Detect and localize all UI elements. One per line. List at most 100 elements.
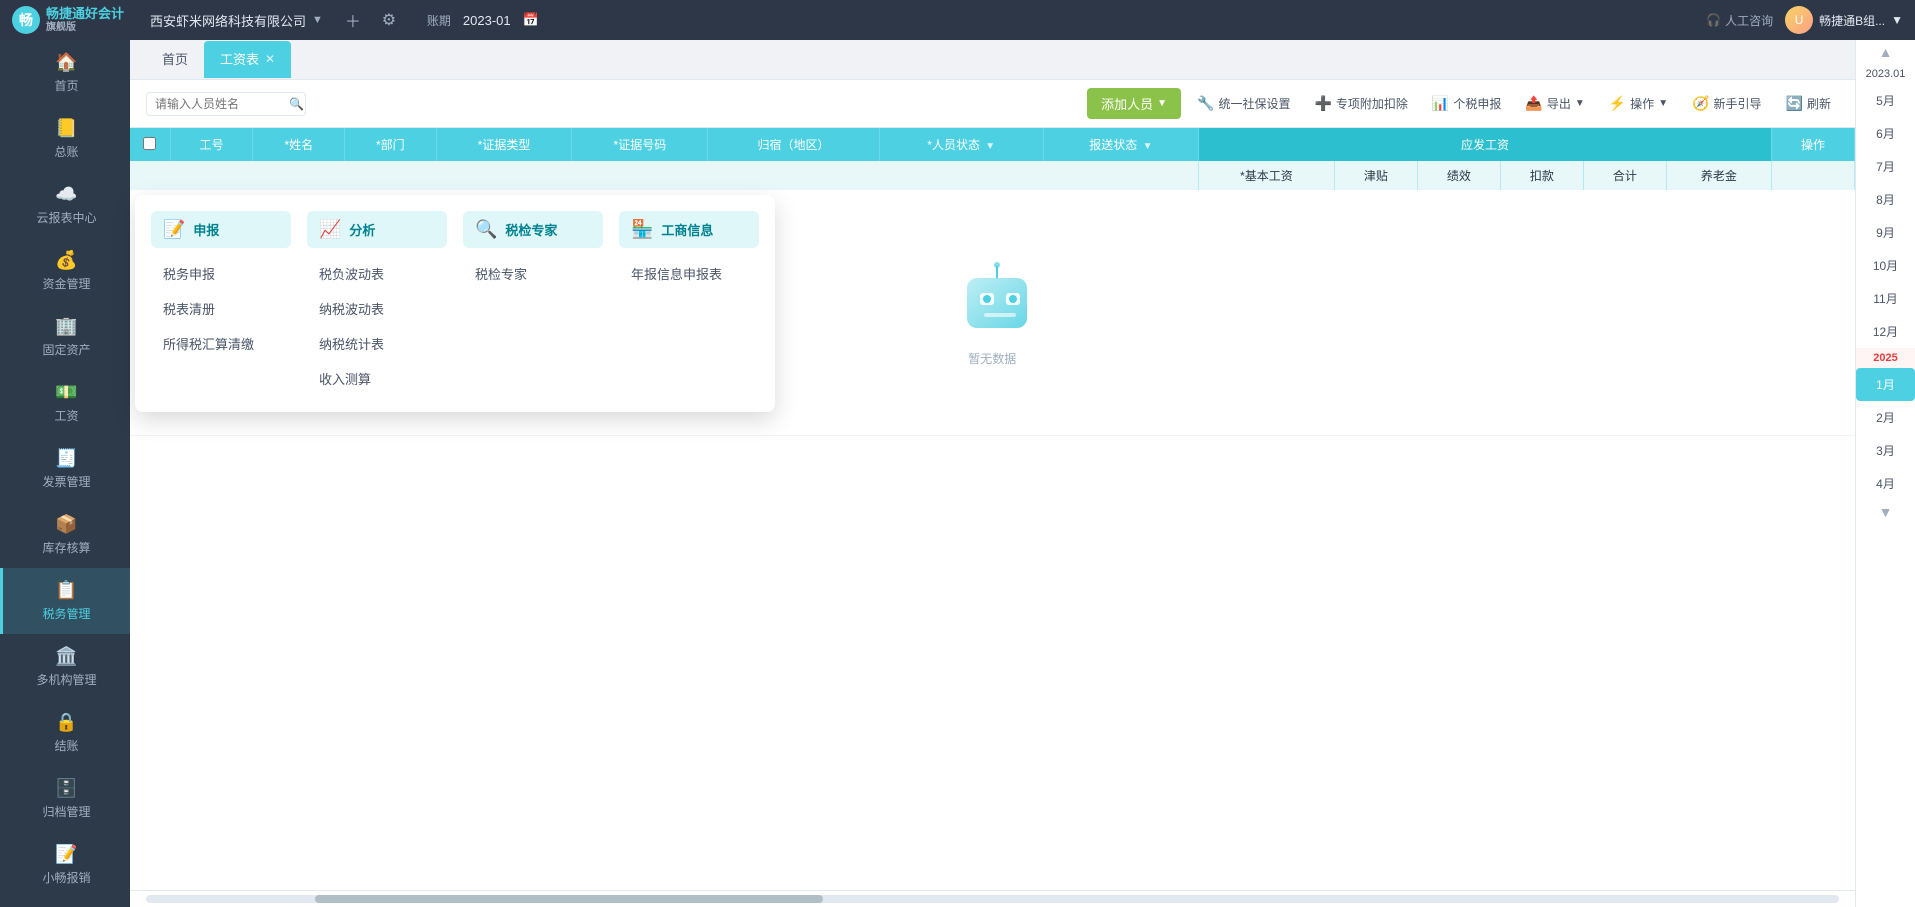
add-person-button[interactable]: 添加人员 ▼	[1087, 88, 1181, 119]
month-2025-2[interactable]: 2月	[1856, 401, 1915, 434]
col-operation: 操作	[1771, 128, 1854, 161]
menu-item-annual-report[interactable]: 年报信息申报表	[619, 256, 759, 291]
calendar-icon[interactable]: 📅	[523, 12, 539, 28]
archive-icon: 🗄️	[55, 778, 77, 799]
month-2023-5[interactable]: 5月	[1856, 84, 1915, 117]
col-deduction: 扣款	[1500, 161, 1583, 190]
assets-icon: 🏢	[55, 316, 77, 337]
export-label: 导出	[1547, 95, 1571, 112]
closing-icon: 🔒	[55, 712, 77, 733]
add-company-button[interactable]: ＋	[339, 6, 367, 34]
sidebar-item-closing[interactable]: 🔒 结账	[0, 700, 130, 766]
sub-spacer	[130, 161, 1199, 190]
search-icon: 🔍	[289, 97, 304, 111]
month-2025-3[interactable]: 3月	[1856, 434, 1915, 467]
payroll-icon: 💵	[55, 382, 77, 403]
month-2023-11[interactable]: 11月	[1856, 282, 1915, 315]
sidebar-item-archive[interactable]: 🗄️ 归档管理	[0, 766, 130, 832]
individual-tax-button[interactable]: 📊 个税申报	[1424, 91, 1509, 116]
calendar-down-icon[interactable]: ▼	[1874, 500, 1898, 524]
app-logo: 畅 畅捷通好会计 旗舰版	[12, 6, 142, 34]
export-button[interactable]: 📤 导出 ▼	[1517, 91, 1592, 116]
special-deduction-button[interactable]: ➕ 专项附加扣除	[1306, 91, 1415, 116]
menu-item-tax-burden[interactable]: 税负波动表	[307, 256, 447, 291]
col-dept: *部门	[345, 128, 437, 161]
report-filter-icon[interactable]: ▼	[1143, 141, 1153, 152]
funds-icon: 💰	[55, 250, 77, 271]
sidebar-item-multi[interactable]: 🏛️ 多机构管理	[0, 634, 130, 700]
sidebar-item-home[interactable]: 🏠 首页	[0, 40, 130, 106]
sidebar-item-label: 多机构管理	[36, 671, 96, 688]
menu-item-income-settle[interactable]: 所得税汇算清缴	[151, 326, 291, 361]
menu-item-tax-stat[interactable]: 纳税统计表	[307, 326, 447, 361]
sidebar-item-label: 固定资产	[42, 341, 90, 358]
refresh-button[interactable]: 🔄 刷新	[1778, 91, 1839, 116]
expert-section-icon: 🔍	[475, 219, 497, 240]
sidebar-item-label: 小畅报销	[42, 869, 90, 886]
refresh-icon: 🔄	[1786, 95, 1803, 112]
search-input[interactable]	[155, 97, 285, 111]
month-2023-9[interactable]: 9月	[1856, 216, 1915, 249]
col-performance: 绩效	[1417, 161, 1500, 190]
horizontal-scrollbar[interactable]	[146, 895, 1839, 903]
month-2023-10[interactable]: 10月	[1856, 249, 1915, 282]
month-2025-4[interactable]: 4月	[1856, 467, 1915, 500]
settings-icon[interactable]: ⚙	[375, 6, 403, 34]
multi-icon: 🏛️	[55, 646, 77, 667]
add-person-label: 添加人员	[1101, 94, 1153, 113]
month-2025-1[interactable]: 1月	[1856, 368, 1915, 401]
analysis-section-header: 📈 分析	[307, 211, 447, 248]
col-number: 工号	[170, 128, 253, 161]
company-selector[interactable]: 西安虾米网络科技有限公司 ▼	[142, 7, 331, 34]
select-all-checkbox[interactable]	[143, 137, 156, 150]
sidebar-item-label: 云报表中心	[36, 209, 96, 226]
sidebar-item-funds[interactable]: 💰 资金管理	[0, 238, 130, 304]
menu-item-income-calc[interactable]: 收入测算	[307, 361, 447, 396]
operation-arrow-icon: ▼	[1658, 98, 1668, 109]
tab-home-label: 首页	[162, 52, 188, 67]
empty-text: 暂无数据	[968, 350, 1016, 367]
year-2025-label: 2025	[1856, 348, 1915, 368]
status-filter-icon[interactable]: ▼	[985, 141, 995, 152]
sidebar-item-cloud[interactable]: ☁️ 云报表中心	[0, 172, 130, 238]
menu-item-tax-pay[interactable]: 纳税波动表	[307, 291, 447, 326]
sidebar-item-xiao[interactable]: 📝 小畅报销	[0, 832, 130, 898]
dropdown-arrow-icon: ▼	[1157, 98, 1167, 109]
menu-item-tax-form[interactable]: 税表清册	[151, 291, 291, 326]
month-2023-6[interactable]: 6月	[1856, 117, 1915, 150]
export-arrow-icon: ▼	[1575, 98, 1585, 109]
operation-button[interactable]: ⚡ 操作 ▼	[1601, 91, 1676, 116]
tab-close-icon[interactable]: ✕	[265, 52, 275, 66]
user-info[interactable]: U 畅捷通B组... ▼	[1785, 6, 1903, 34]
sidebar-item-tax[interactable]: 📋 税务管理	[0, 568, 130, 634]
sidebar-item-inventory[interactable]: 📦 库存核算	[0, 502, 130, 568]
business-section-title: 工商信息	[661, 220, 713, 239]
month-2023-7[interactable]: 7月	[1856, 150, 1915, 183]
menu-item-tax-declare[interactable]: 税务申报	[151, 256, 291, 291]
sidebar-item-payroll[interactable]: 💵 工资	[0, 370, 130, 436]
individual-tax-icon: 📊	[1432, 95, 1449, 112]
support-button[interactable]: 🎧 人工咨询	[1706, 12, 1773, 29]
tax-dropdown-menu: 📝 申报 税务申报 税表清册 所得税汇算清缴 📈 分析 税负波动表 纳税波动表 …	[135, 195, 775, 412]
menu-item-tax-expert[interactable]: 税检专家	[463, 256, 603, 291]
sidebar-item-label: 税务管理	[42, 605, 90, 622]
main-layout: 🏠 首页 📒 总账 ☁️ 云报表中心 💰 资金管理 🏢 固定资产 💵 工资 🧾 …	[0, 40, 1915, 907]
sidebar-item-basic[interactable]: ⚙️ 基础设置	[0, 898, 130, 907]
month-2023-8[interactable]: 8月	[1856, 183, 1915, 216]
month-2023-12[interactable]: 12月	[1856, 315, 1915, 348]
menu-section-expert: 🔍 税检专家 税检专家	[463, 211, 603, 396]
menu-section-business: 🏪 工商信息 年报信息申报表	[619, 211, 759, 396]
sidebar-item-invoice[interactable]: 🧾 发票管理	[0, 436, 130, 502]
inventory-icon: 📦	[55, 514, 77, 535]
tab-payroll[interactable]: 工资表 ✕	[204, 41, 291, 78]
sidebar-item-ledger[interactable]: 📒 总账	[0, 106, 130, 172]
sidebar-item-assets[interactable]: 🏢 固定资产	[0, 304, 130, 370]
support-label: 人工咨询	[1725, 12, 1773, 29]
col-base-salary: *基本工资	[1199, 161, 1335, 190]
calendar-up-icon[interactable]: ▲	[1874, 40, 1898, 64]
tab-home[interactable]: 首页	[146, 41, 204, 78]
guide-button[interactable]: 🧭 新手引导	[1684, 91, 1769, 116]
social-label: 统一社保设置	[1218, 95, 1290, 112]
social-settings-button[interactable]: 🔧 统一社保设置	[1189, 91, 1298, 116]
home-icon: 🏠	[55, 52, 77, 73]
